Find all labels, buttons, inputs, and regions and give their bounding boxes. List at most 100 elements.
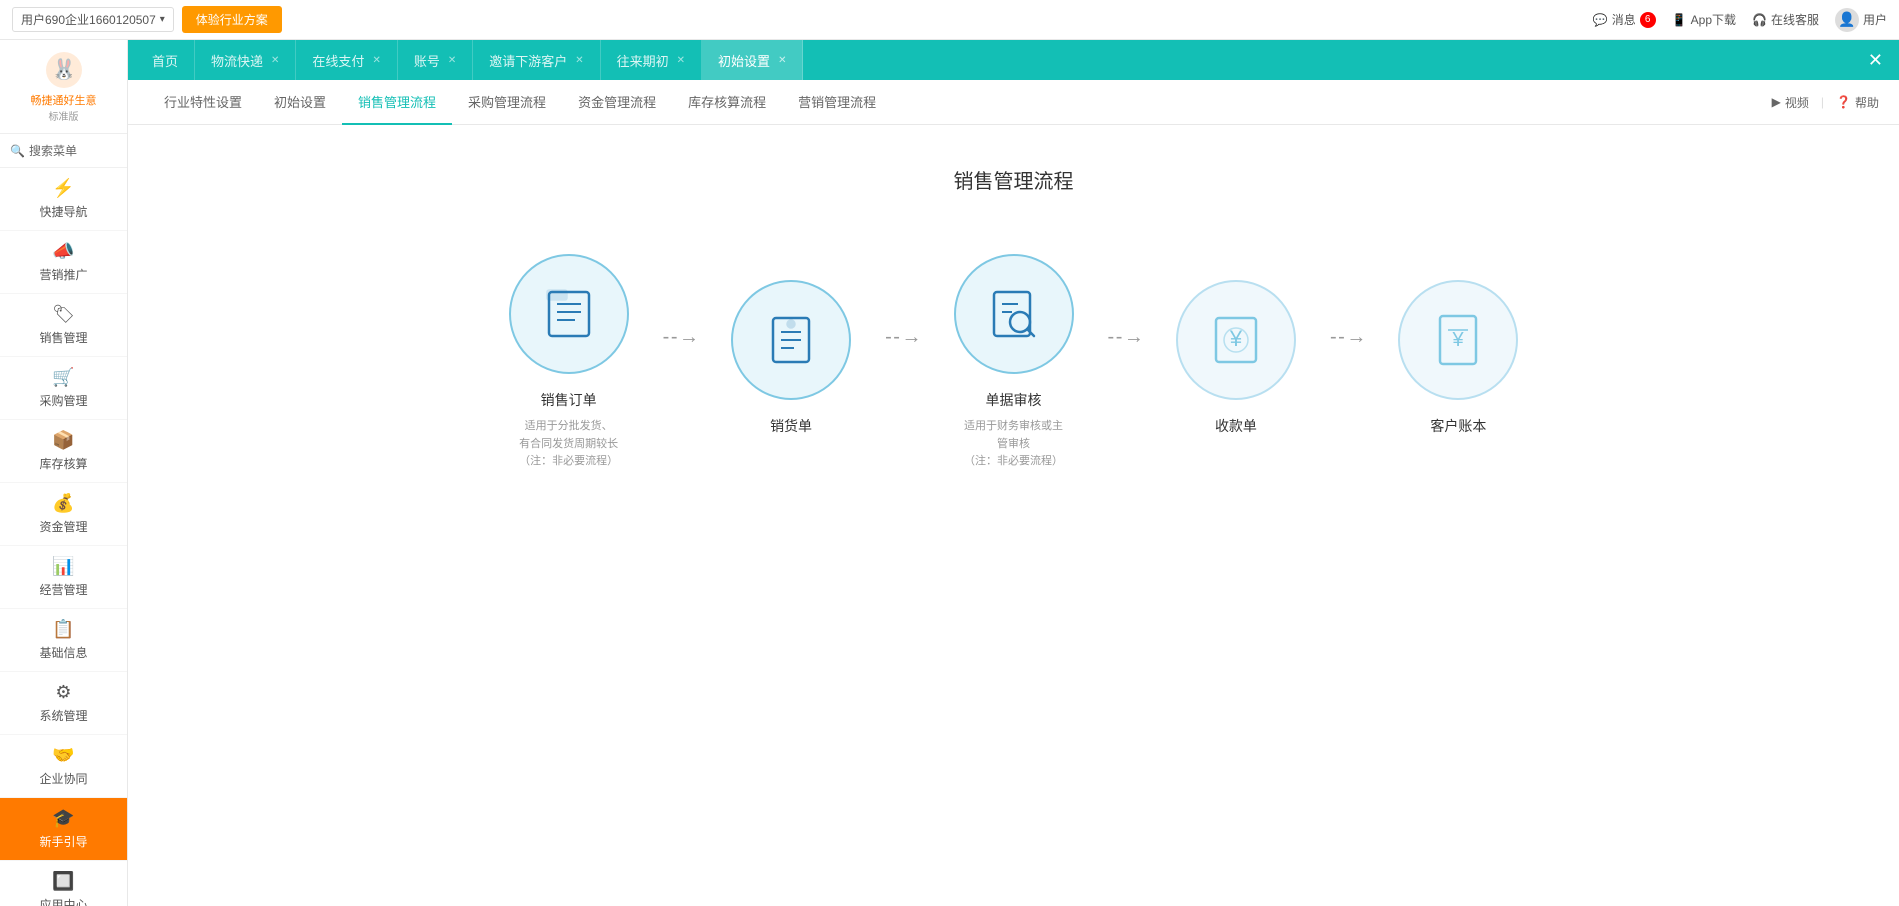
sidebar-item-quick-nav[interactable]: ⚡ 快捷导航 — [0, 168, 127, 231]
sidebar-item-label: 新手引导 — [39, 833, 87, 850]
sub-tab-inventory-flow[interactable]: 库存核算流程 — [672, 80, 782, 125]
nav-tab-label: 首页 — [152, 51, 178, 70]
user-label: 用户 — [1863, 11, 1887, 28]
sub-tab-purchase-flow[interactable]: 采购管理流程 — [452, 80, 562, 125]
sidebar-item-system-mgmt[interactable]: ⚙ 系统管理 — [0, 672, 127, 735]
user-avatar-item[interactable]: 👤 用户 — [1835, 8, 1887, 32]
sidebar-item-sales-mgmt[interactable]: 🏷 销售管理 — [0, 294, 127, 357]
finance-mgmt-icon: 💰 — [52, 493, 74, 514]
step-circle-customer-ledger: ¥ — [1398, 280, 1518, 400]
nav-tab-home[interactable]: 首页 — [136, 40, 195, 80]
sidebar-item-label: 企业协同 — [39, 770, 87, 787]
video-label: 视频 — [1785, 94, 1809, 111]
sub-tab-finance-flow[interactable]: 资金管理流程 — [562, 80, 672, 125]
flow-step-sales-order[interactable]: 销售订单 适用于分批发货、有合同发货周期较长（注：非必要流程） — [479, 254, 659, 471]
sidebar-item-enterprise-collab[interactable]: 🤝 企业协同 — [0, 735, 127, 798]
sub-tab-initial-setup[interactable]: 初始设置 — [258, 80, 342, 125]
chevron-down-icon: ▾ — [160, 14, 165, 25]
sub-tab-label: 销售管理流程 — [358, 95, 436, 110]
sub-tab-sales-flow[interactable]: 销售管理流程 — [342, 80, 452, 125]
app-download-item[interactable]: 📱 App下载 — [1672, 11, 1736, 28]
help-link[interactable]: ❓ 帮助 — [1836, 94, 1879, 111]
message-label: 消息 — [1612, 11, 1636, 28]
sub-tab-label: 初始设置 — [274, 95, 326, 110]
step-name-receipt: 收款单 — [1215, 416, 1257, 436]
quick-nav-icon: ⚡ — [52, 178, 74, 199]
message-icon: 💬 — [1593, 13, 1608, 27]
flow-step-customer-ledger[interactable]: ¥ 客户账本 — [1368, 280, 1548, 444]
content-area: 首页 物流快递 ✕ 在线支付 ✕ 账号 ✕ 邀请下游客户 ✕ 往来期初 ✕ — [128, 40, 1899, 906]
nav-tab-period-init[interactable]: 往来期初 ✕ — [601, 40, 702, 80]
flow-title: 销售管理流程 — [188, 165, 1839, 194]
sub-tab-label: 资金管理流程 — [578, 95, 656, 110]
sidebar-item-label: 销售管理 — [39, 329, 87, 346]
flow-arrow-3: - - → — [1108, 326, 1142, 349]
step-circle-sales-invoice — [731, 280, 851, 400]
online-service-label: 在线客服 — [1771, 11, 1819, 28]
nav-tab-invite-downstream[interactable]: 邀请下游客户 ✕ — [473, 40, 600, 80]
app-download-label: App下载 — [1691, 11, 1736, 28]
sidebar-item-label: 基础信息 — [39, 644, 87, 661]
sidebar-logo: 🐰 畅捷通好生意 标准版 — [0, 40, 127, 134]
close-all-tabs-button[interactable]: ✕ — [1860, 50, 1891, 71]
video-help-link[interactable]: ▶ 视频 — [1772, 94, 1809, 111]
sidebar-search[interactable]: 🔍 搜索菜单 — [0, 134, 127, 168]
sub-tab-marketing-flow[interactable]: 营销管理流程 — [782, 80, 892, 125]
close-icon[interactable]: ✕ — [271, 55, 279, 66]
help-icon: ❓ — [1836, 95, 1851, 109]
try-industry-button[interactable]: 体验行业方案 — [182, 6, 282, 33]
sidebar-item-basic-info[interactable]: 📋 基础信息 — [0, 609, 127, 672]
sub-tabs-right: ▶ 视频 | ❓ 帮助 — [1772, 94, 1879, 111]
sidebar-item-new-user-guide[interactable]: 🎓 新手引导 — [0, 798, 127, 861]
flow-steps: 销售订单 适用于分批发货、有合同发货周期较长（注：非必要流程） - - → — [188, 254, 1839, 471]
nav-tab-payment[interactable]: 在线支付 ✕ — [296, 40, 397, 80]
sub-tab-label: 库存核算流程 — [688, 95, 766, 110]
flow-arrow-2: - - → — [885, 326, 919, 349]
sidebar-item-finance-mgmt[interactable]: 💰 资金管理 — [0, 483, 127, 546]
search-icon: 🔍 — [10, 144, 25, 158]
top-bar-left: 用户690企业1660120507 ▾ 体验行业方案 — [12, 6, 282, 33]
nav-tab-account[interactable]: 账号 ✕ — [398, 40, 473, 80]
sales-mgmt-icon: 🏷 — [52, 304, 75, 325]
sidebar-item-label: 快捷导航 — [39, 203, 87, 220]
sub-tab-label: 营销管理流程 — [798, 95, 876, 110]
message-item[interactable]: 💬 消息 6 — [1593, 11, 1656, 28]
close-icon[interactable]: ✕ — [677, 55, 685, 66]
sub-tab-industry-settings[interactable]: 行业特性设置 — [148, 80, 258, 125]
sidebar-item-marketing-promo[interactable]: 📣 营销推广 — [0, 231, 127, 294]
app-layout: 🐰 畅捷通好生意 标准版 🔍 搜索菜单 ⚡ 快捷导航 📣 营销推广 🏷 销售管理… — [0, 40, 1899, 906]
enterprise-collab-icon: 🤝 — [52, 745, 74, 766]
close-icon[interactable]: ✕ — [575, 55, 583, 66]
nav-tab-label: 初始设置 — [718, 51, 770, 70]
step-name-sales-order: 销售订单 — [541, 390, 597, 410]
step-circle-sales-order — [509, 254, 629, 374]
flow-step-doc-review[interactable]: 单据审核 适用于财务审核或主管审核（注：非必要流程） — [924, 254, 1104, 471]
sidebar-item-app-center[interactable]: 🔲 应用中心 — [0, 861, 127, 906]
sub-tabs: 行业特性设置 初始设置 销售管理流程 采购管理流程 资金管理流程 — [128, 80, 1899, 125]
nav-tab-label: 邀请下游客户 — [489, 51, 567, 70]
sidebar-item-label: 应用中心 — [39, 896, 87, 906]
flow-step-receipt[interactable]: ¥ 收款单 — [1146, 280, 1326, 444]
nav-tab-initial-setup[interactable]: 初始设置 ✕ — [702, 40, 803, 80]
sidebar-item-inventory[interactable]: 📦 库存核算 — [0, 420, 127, 483]
search-label: 搜索菜单 — [29, 142, 77, 159]
svg-text:🐰: 🐰 — [51, 57, 76, 81]
sidebar-item-label: 经营管理 — [39, 581, 87, 598]
flow-step-sales-invoice[interactable]: 销货单 — [701, 280, 881, 444]
user-selector[interactable]: 用户690企业1660120507 ▾ — [12, 7, 174, 32]
step-name-sales-invoice: 销货单 — [770, 416, 812, 436]
top-bar-right: 💬 消息 6 📱 App下载 🎧 在线客服 👤 用户 — [1593, 8, 1887, 32]
sidebar-item-ops-mgmt[interactable]: 📊 经营管理 — [0, 546, 127, 609]
new-user-guide-icon: 🎓 — [52, 808, 74, 829]
ops-mgmt-icon: 📊 — [52, 556, 74, 577]
step-circle-receipt: ¥ — [1176, 280, 1296, 400]
sidebar-item-purchase-mgmt[interactable]: 🛒 采购管理 — [0, 357, 127, 420]
nav-tab-logistics[interactable]: 物流快递 ✕ — [195, 40, 296, 80]
flow-container: 销售管理流程 销售订单 — [128, 125, 1899, 511]
close-icon[interactable]: ✕ — [448, 55, 456, 66]
close-icon[interactable]: ✕ — [372, 55, 380, 66]
sidebar-item-label: 系统管理 — [39, 707, 87, 724]
close-icon[interactable]: ✕ — [778, 55, 786, 66]
online-service-item[interactable]: 🎧 在线客服 — [1752, 11, 1819, 28]
nav-tab-label: 在线支付 — [312, 51, 364, 70]
